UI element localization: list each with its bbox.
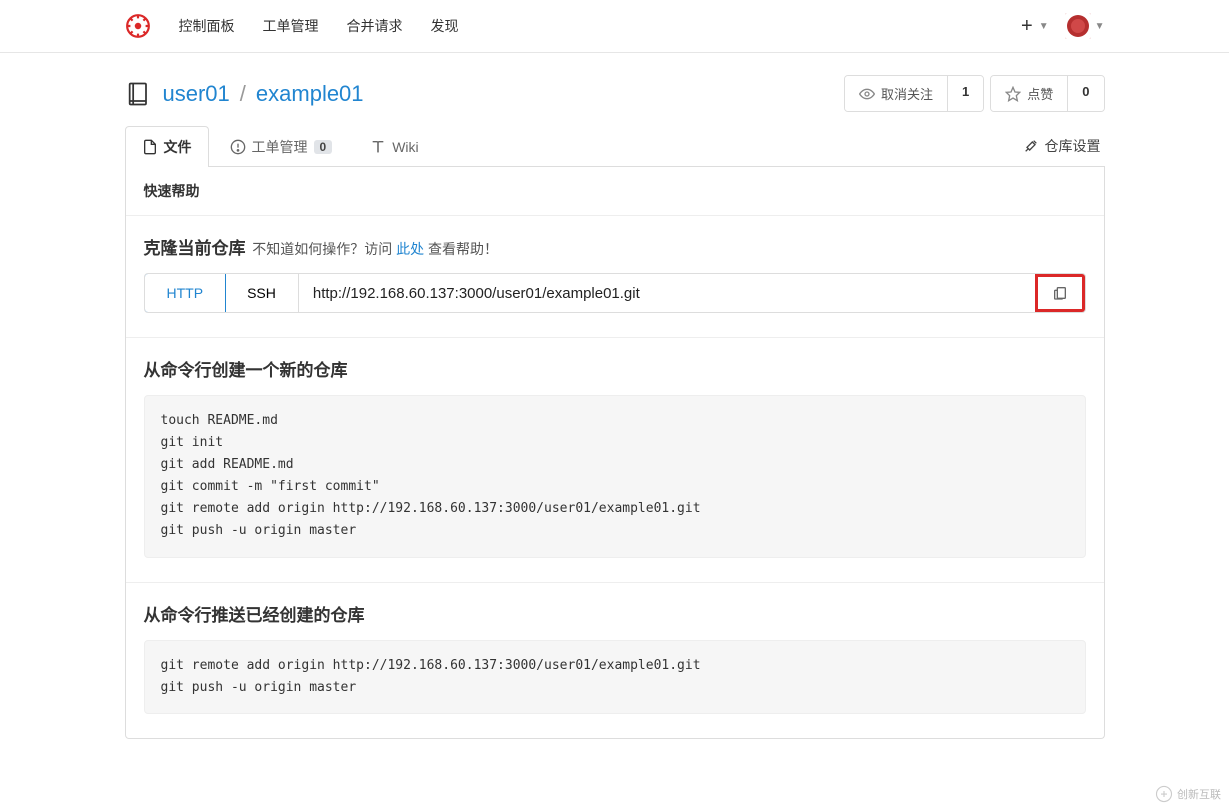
help-link[interactable]: 此处 <box>396 241 424 257</box>
copy-button[interactable] <box>1035 274 1085 312</box>
http-button[interactable]: HTTP <box>144 273 227 313</box>
clone-section: 克隆当前仓库 不知道如何操作？访问 此处 查看帮助！ HTTP SSH <box>126 216 1104 338</box>
push-commands[interactable]: git remote add origin http://192.168.60.… <box>144 640 1086 714</box>
star-group: 点赞 0 <box>990 75 1104 112</box>
caret-down-icon: ▼ <box>1095 21 1105 32</box>
clone-title: 克隆当前仓库 不知道如何操作？访问 此处 查看帮助！ <box>144 234 1086 259</box>
tab-files-label: 文件 <box>164 137 192 157</box>
create-repo-section: 从命令行创建一个新的仓库 touch README.md git init gi… <box>126 338 1104 583</box>
repo-owner-link[interactable]: user01 <box>163 81 230 107</box>
user-menu[interactable]: ▼ <box>1065 13 1105 39</box>
main-panel: 快速帮助 克隆当前仓库 不知道如何操作？访问 此处 查看帮助！ HTTP SSH… <box>125 167 1105 739</box>
watch-count[interactable]: 1 <box>947 76 983 111</box>
star-label: 点赞 <box>1027 84 1053 103</box>
tab-wiki[interactable]: Wiki <box>353 126 435 167</box>
repo-title: user01 / example01 <box>125 80 364 108</box>
watch-label: 取消关注 <box>881 84 933 103</box>
eye-icon <box>859 86 875 102</box>
issues-count-badge: 0 <box>314 140 333 154</box>
book-icon <box>370 139 386 155</box>
tab-wiki-label: Wiki <box>392 139 418 155</box>
clone-hint-prefix: 不知道如何操作？访问 <box>252 241 396 257</box>
logo-icon[interactable] <box>125 13 151 39</box>
nav-dashboard[interactable]: 控制面板 <box>179 16 235 36</box>
clipboard-icon <box>1052 285 1068 301</box>
unwatch-button[interactable]: 取消关注 <box>845 76 947 111</box>
watermark-icon <box>1155 785 1173 803</box>
nav-pulls[interactable]: 合并请求 <box>347 16 403 36</box>
caret-down-icon: ▼ <box>1039 21 1049 32</box>
settings-label: 仓库设置 <box>1045 136 1101 156</box>
tab-files[interactable]: 文件 <box>125 126 209 167</box>
path-separator: / <box>240 81 246 107</box>
avatar-icon <box>1065 13 1091 39</box>
star-button[interactable]: 点赞 <box>991 76 1067 111</box>
repo-header: user01 / example01 取消关注 1 点赞 0 <box>125 53 1105 126</box>
create-commands[interactable]: touch README.md git init git add README.… <box>144 395 1086 558</box>
nav-explore[interactable]: 发现 <box>431 16 459 36</box>
tab-issues[interactable]: 工单管理 0 <box>213 126 350 167</box>
watermark: 创新互联 <box>1155 785 1221 803</box>
push-repo-section: 从命令行推送已经创建的仓库 git remote add origin http… <box>126 583 1104 738</box>
repo-name-link[interactable]: example01 <box>256 81 364 107</box>
repo-icon <box>125 80 153 108</box>
tools-icon <box>1023 138 1039 154</box>
quick-help-header: 快速帮助 <box>126 167 1104 216</box>
tab-issues-label: 工单管理 <box>252 137 308 157</box>
nav-issues[interactable]: 工单管理 <box>263 16 319 36</box>
push-title: 从命令行推送已经创建的仓库 <box>144 601 1086 626</box>
watch-group: 取消关注 1 <box>844 75 984 112</box>
file-icon <box>142 139 158 155</box>
create-menu[interactable]: + ▼ <box>1021 15 1049 38</box>
topbar: 控制面板 工单管理 合并请求 发现 + ▼ ▼ <box>0 0 1229 53</box>
ssh-button[interactable]: SSH <box>225 274 299 312</box>
plus-icon: + <box>1021 15 1033 38</box>
alert-icon <box>230 139 246 155</box>
clone-hint-suffix: 查看帮助！ <box>424 241 498 257</box>
repo-tabs: 文件 工单管理 0 Wiki 仓库设置 <box>125 126 1105 167</box>
tab-settings[interactable]: 仓库设置 <box>1019 126 1105 166</box>
clone-row: HTTP SSH <box>144 273 1086 313</box>
star-icon <box>1005 86 1021 102</box>
star-count[interactable]: 0 <box>1067 76 1103 111</box>
clone-url-input[interactable] <box>299 274 1035 312</box>
create-title: 从命令行创建一个新的仓库 <box>144 356 1086 381</box>
